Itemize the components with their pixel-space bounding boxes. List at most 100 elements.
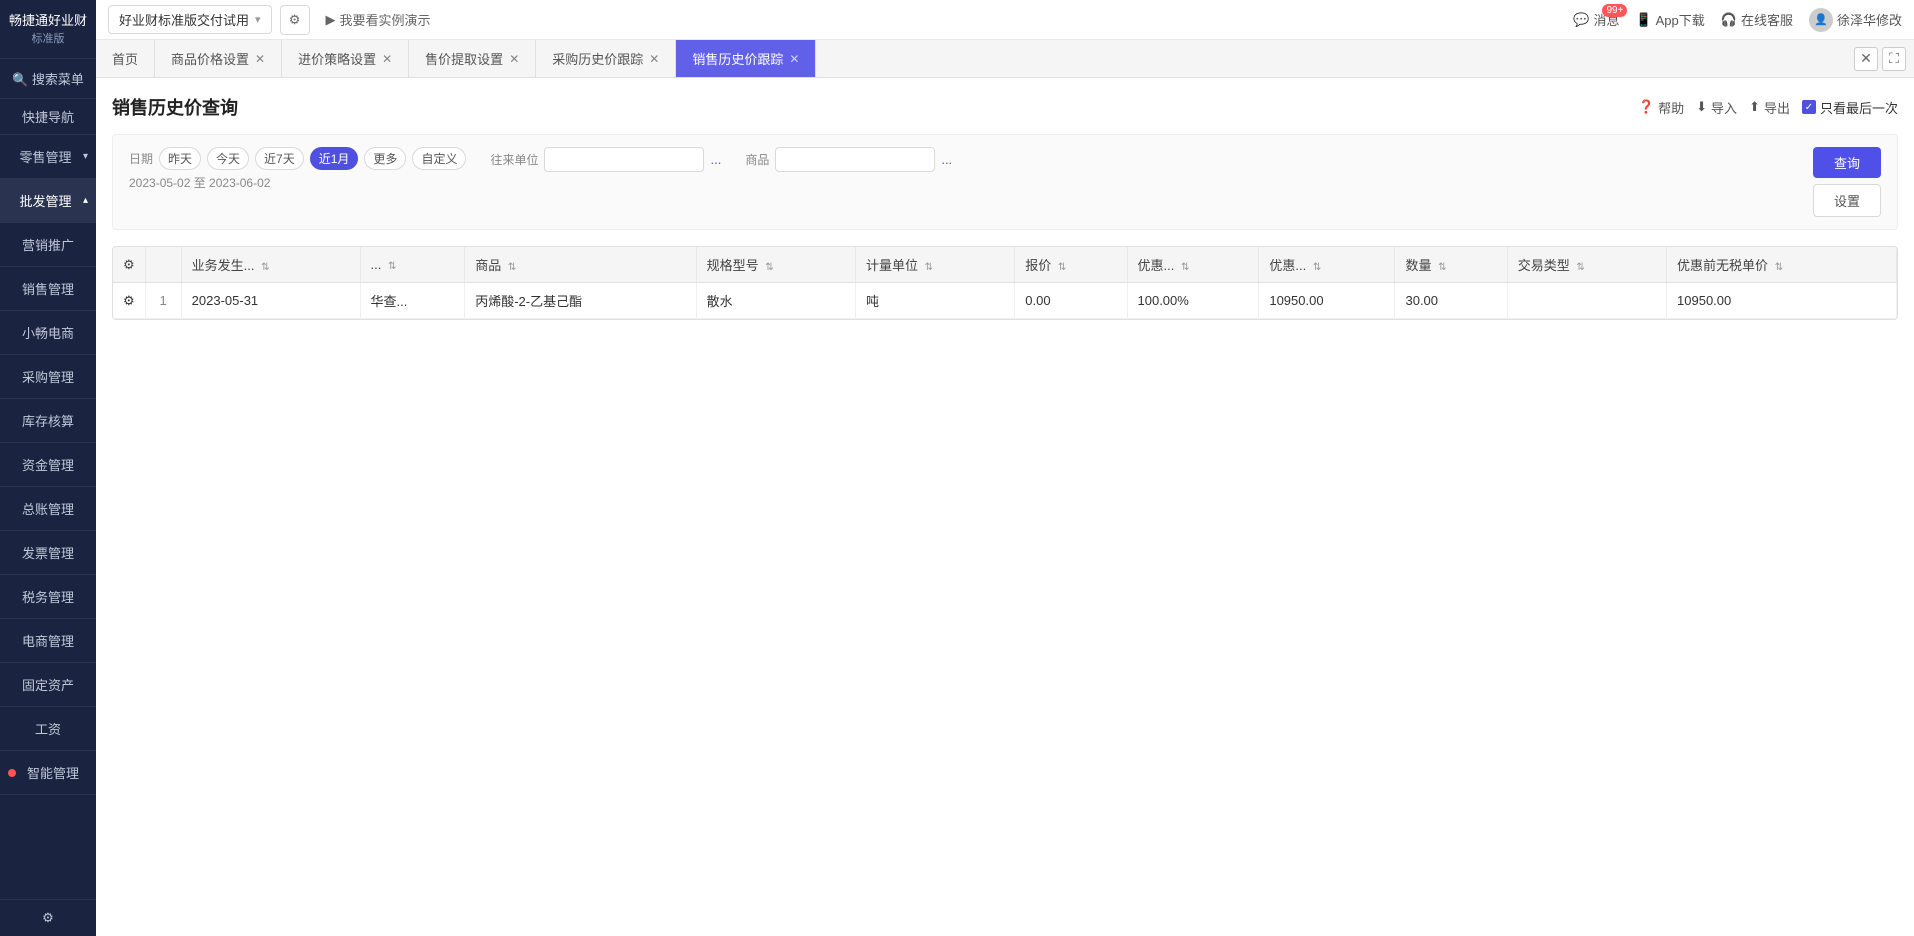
tab-home[interactable]: 首页	[96, 40, 155, 78]
sort-date-icon: ⇅	[261, 262, 269, 273]
tab-close-all-button[interactable]: ✕	[1854, 47, 1878, 71]
tab-close-purchase-strategy[interactable]: ✕	[382, 52, 392, 66]
tab-close-sales-history[interactable]: ✕	[789, 52, 799, 66]
sidebar-item-ecommerce-small[interactable]: 小畅电商	[0, 311, 96, 355]
tabbar: 首页 商品价格设置 ✕ 进价策略设置 ✕ 售价提取设置 ✕ 采购历史价跟踪 ✕ …	[96, 40, 1914, 78]
tab-sale-extraction[interactable]: 售价提取设置 ✕	[409, 40, 536, 78]
customer-more-button[interactable]: ...	[710, 152, 721, 167]
sidebar-item-finance[interactable]: 资金管理	[0, 443, 96, 487]
sidebar-item-retail[interactable]: 零售管理 ▾	[0, 135, 96, 179]
sidebar-item-quick-nav[interactable]: 快捷导航	[0, 99, 96, 135]
user-name: 徐泽华修改	[1837, 10, 1902, 29]
date-btn-1month[interactable]: 近1月	[310, 147, 359, 170]
row-discount2-cell: 10950.00	[1259, 283, 1395, 319]
table-col-product-label: 商品	[475, 258, 501, 273]
sidebar-item-accounting[interactable]: 总账管理	[0, 487, 96, 531]
tab-close-purchase-history[interactable]: ✕	[649, 52, 659, 66]
table-col-qty[interactable]: 数量 ⇅	[1395, 247, 1507, 283]
user-menu[interactable]: 👤 徐泽华修改	[1809, 8, 1902, 32]
sidebar-item-smart[interactable]: 智能管理	[0, 751, 96, 795]
tab-purchase-strategy[interactable]: 进价策略设置 ✕	[282, 40, 409, 78]
sidebar-item-payroll[interactable]: 工资	[0, 707, 96, 751]
tab-label-sales-history: 销售历史价跟踪	[692, 49, 783, 68]
settings-gear-icon: ⚙	[289, 12, 301, 28]
only-last-checkbox-label[interactable]: ✓ 只看最后一次	[1802, 98, 1898, 117]
table-col-num	[145, 247, 181, 283]
search-icon: 🔍	[12, 72, 28, 87]
table-col-more[interactable]: ... ⇅	[360, 247, 465, 283]
table-col-trade-type[interactable]: 交易类型 ⇅	[1507, 247, 1666, 283]
tab-label-home: 首页	[112, 49, 138, 68]
table-row[interactable]: ⚙ 1 2023-05-31 华查... 丙烯酸-2-乙基己酯 散水 吨 0.0…	[113, 283, 1897, 319]
table-col-spec[interactable]: 规格型号 ⇅	[696, 247, 855, 283]
row-trade-type-cell	[1507, 283, 1666, 319]
help-link[interactable]: ❓ 帮助	[1638, 98, 1684, 117]
export-label: 导出	[1764, 98, 1790, 117]
row-product-cell: 丙烯酸-2-乙基己酯	[465, 283, 696, 319]
sidebar-item-fixed-assets[interactable]: 固定资产	[0, 663, 96, 707]
date-range-text: 2023-05-02 至 2023-06-02	[129, 174, 466, 191]
table-col-gear[interactable]: ⚙	[113, 247, 145, 283]
sidebar-item-invoice[interactable]: 发票管理	[0, 531, 96, 575]
app-logo: 畅捷通好业财 标准版	[0, 0, 96, 59]
sidebar-item-search[interactable]: 🔍 搜索菜单	[0, 59, 96, 99]
row-more-cell: 华查...	[360, 283, 465, 319]
settings-button[interactable]: 设置	[1813, 184, 1881, 217]
online-service-button[interactable]: 🎧 在线客服	[1721, 10, 1793, 29]
sidebar-item-purchase[interactable]: 采购管理	[0, 355, 96, 399]
date-btn-7days[interactable]: 近7天	[255, 147, 304, 170]
help-icon: ❓	[1638, 99, 1654, 115]
table-col-pretax-price[interactable]: 优惠前无税单价 ⇅	[1667, 247, 1897, 283]
sort-product-icon: ⇅	[508, 262, 516, 273]
messages-button[interactable]: 💬 消息 99+	[1573, 10, 1619, 29]
tab-price-settings[interactable]: 商品价格设置 ✕	[155, 40, 282, 78]
sidebar-item-ecommerce[interactable]: 电商管理	[0, 619, 96, 663]
sort-unit-icon: ⇅	[925, 262, 933, 273]
product-filter-group: 商品 ...	[745, 147, 952, 172]
sidebar-item-label-sales: 销售管理	[8, 279, 88, 298]
sidebar-item-label-inventory: 库存核算	[8, 411, 88, 430]
query-button[interactable]: 查询	[1813, 147, 1881, 178]
customer-input[interactable]	[544, 147, 704, 172]
demo-button[interactable]: ▶ 我要看实例演示	[326, 10, 431, 29]
tab-close-sale-extraction[interactable]: ✕	[509, 52, 519, 66]
tab-close-price-settings[interactable]: ✕	[255, 52, 265, 66]
date-btn-more[interactable]: 更多	[364, 147, 406, 170]
tab-sales-history[interactable]: 销售历史价跟踪 ✕	[676, 40, 816, 78]
table-col-date[interactable]: 业务发生... ⇅	[181, 247, 360, 283]
app-download-button[interactable]: 📱 App下载	[1635, 10, 1704, 29]
table-col-unit[interactable]: 计量单位 ⇅	[855, 247, 1014, 283]
export-link[interactable]: ⬆ 导出	[1749, 98, 1790, 117]
date-btn-today[interactable]: 今天	[207, 147, 249, 170]
table-col-price[interactable]: 报价 ⇅	[1015, 247, 1127, 283]
tab-expand-button[interactable]: ⛶	[1882, 47, 1906, 71]
date-btn-yesterday[interactable]: 昨天	[159, 147, 201, 170]
tab-label-purchase-strategy: 进价策略设置	[298, 49, 376, 68]
table-col-discount1[interactable]: 优惠... ⇅	[1127, 247, 1259, 283]
main-area: 好业财标准版交付试用 ▾ ⚙ ▶ 我要看实例演示 💬 消息 99+ 📱 App下…	[96, 0, 1914, 936]
version-selector[interactable]: 好业财标准版交付试用 ▾	[108, 5, 272, 34]
filter-actions: 查询 设置	[1813, 147, 1881, 217]
sidebar-item-wholesale[interactable]: 批发管理 ▴	[0, 179, 96, 223]
table-col-more-label: ...	[371, 257, 382, 272]
table-col-product[interactable]: 商品 ⇅	[465, 247, 696, 283]
sidebar-item-marketing[interactable]: 营销推广	[0, 223, 96, 267]
sidebar-item-inventory[interactable]: 库存核算	[0, 399, 96, 443]
date-btn-custom[interactable]: 自定义	[412, 147, 466, 170]
avatar: 👤	[1809, 8, 1833, 32]
tab-purchase-history[interactable]: 采购历史价跟踪 ✕	[536, 40, 676, 78]
topbar-settings-button[interactable]: ⚙	[280, 5, 310, 35]
product-input[interactable]	[775, 147, 935, 172]
table-col-discount2[interactable]: 优惠... ⇅	[1259, 247, 1395, 283]
sidebar-item-sales[interactable]: 销售管理	[0, 267, 96, 311]
row-gear-cell[interactable]: ⚙	[113, 283, 145, 319]
import-icon: ⬇	[1696, 99, 1707, 115]
message-icon: 💬	[1573, 12, 1589, 28]
table-body: ⚙ 1 2023-05-31 华查... 丙烯酸-2-乙基己酯 散水 吨 0.0…	[113, 283, 1897, 319]
sidebar-item-tax[interactable]: 税务管理	[0, 575, 96, 619]
filter-panel: 日期 昨天 今天 近7天 近1月 更多 自定义 2023-05-02 至 202…	[112, 134, 1898, 230]
sidebar-settings-button[interactable]: ⚙	[0, 899, 96, 936]
import-link[interactable]: ⬇ 导入	[1696, 98, 1737, 117]
product-more-button[interactable]: ...	[941, 152, 952, 167]
only-last-checkbox[interactable]: ✓	[1802, 100, 1816, 114]
